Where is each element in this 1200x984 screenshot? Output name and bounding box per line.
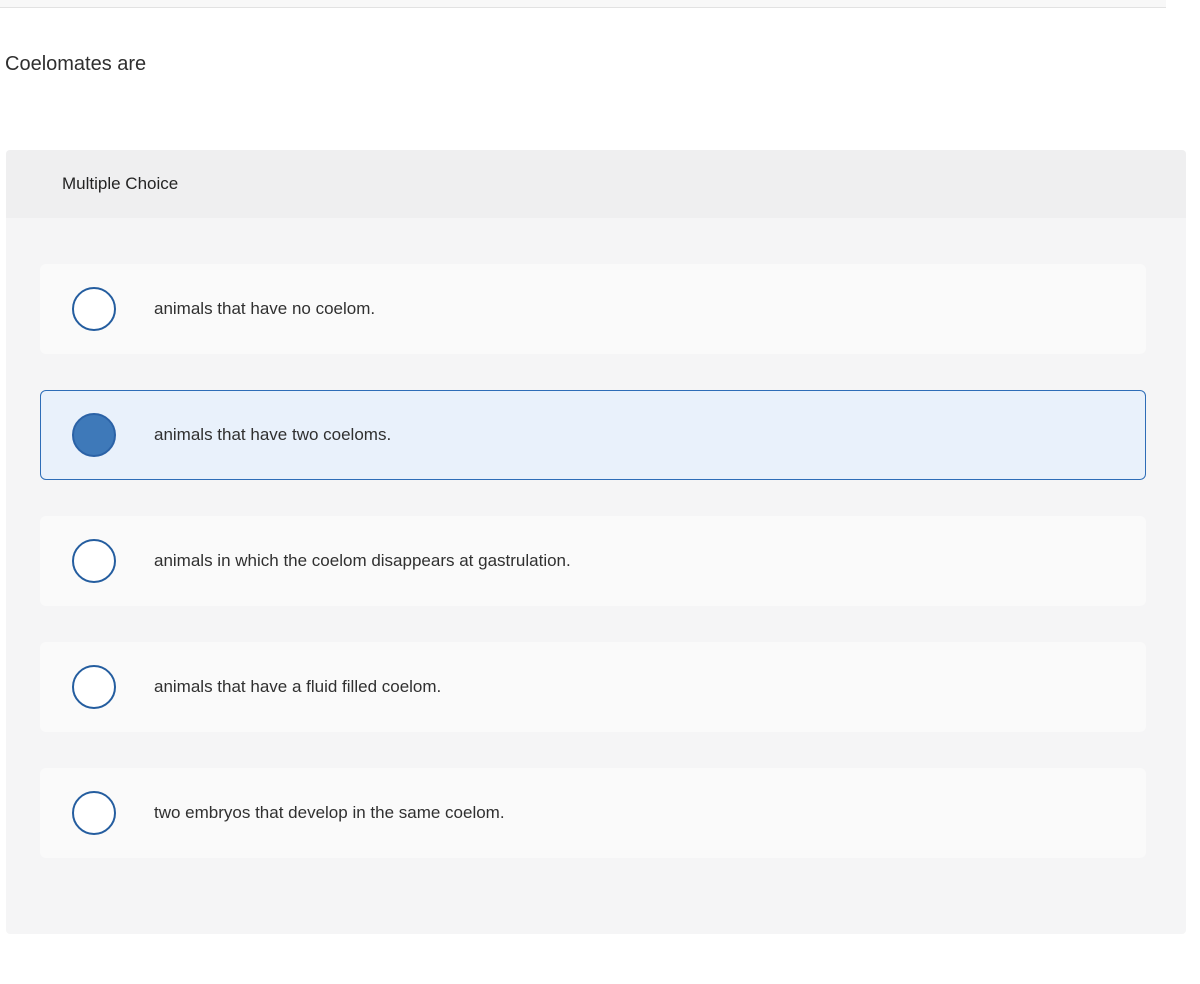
radio-button[interactable] xyxy=(72,287,116,331)
option-row[interactable]: animals in which the coelom disappears a… xyxy=(40,516,1146,606)
option-row[interactable]: animals that have no coelom. xyxy=(40,264,1146,354)
question-type-label: Multiple Choice xyxy=(62,174,179,193)
question-text: Coelomates are xyxy=(5,53,147,75)
radio-button[interactable] xyxy=(72,791,116,835)
option-row[interactable]: two embryos that develop in the same coe… xyxy=(40,768,1146,858)
question-type-header: Multiple Choice xyxy=(6,150,1186,218)
radio-button[interactable] xyxy=(72,665,116,709)
option-row[interactable]: animals that have two coeloms. xyxy=(40,390,1146,480)
radio-button[interactable] xyxy=(72,413,116,457)
option-label: two embryos that develop in the same coe… xyxy=(154,803,505,822)
top-toolbar-edge xyxy=(0,0,1166,8)
option-label: animals that have a fluid filled coelom. xyxy=(154,677,442,696)
option-label: animals that have two coeloms. xyxy=(154,425,392,444)
question-card: Multiple Choice animals that have no coe… xyxy=(6,150,1186,934)
option-label: animals that have no coelom. xyxy=(154,299,376,318)
option-label: animals in which the coelom disappears a… xyxy=(154,551,571,570)
radio-button[interactable] xyxy=(72,539,116,583)
options-list: animals that have no coelom. animals tha… xyxy=(6,218,1186,858)
option-row[interactable]: animals that have a fluid filled coelom. xyxy=(40,642,1146,732)
